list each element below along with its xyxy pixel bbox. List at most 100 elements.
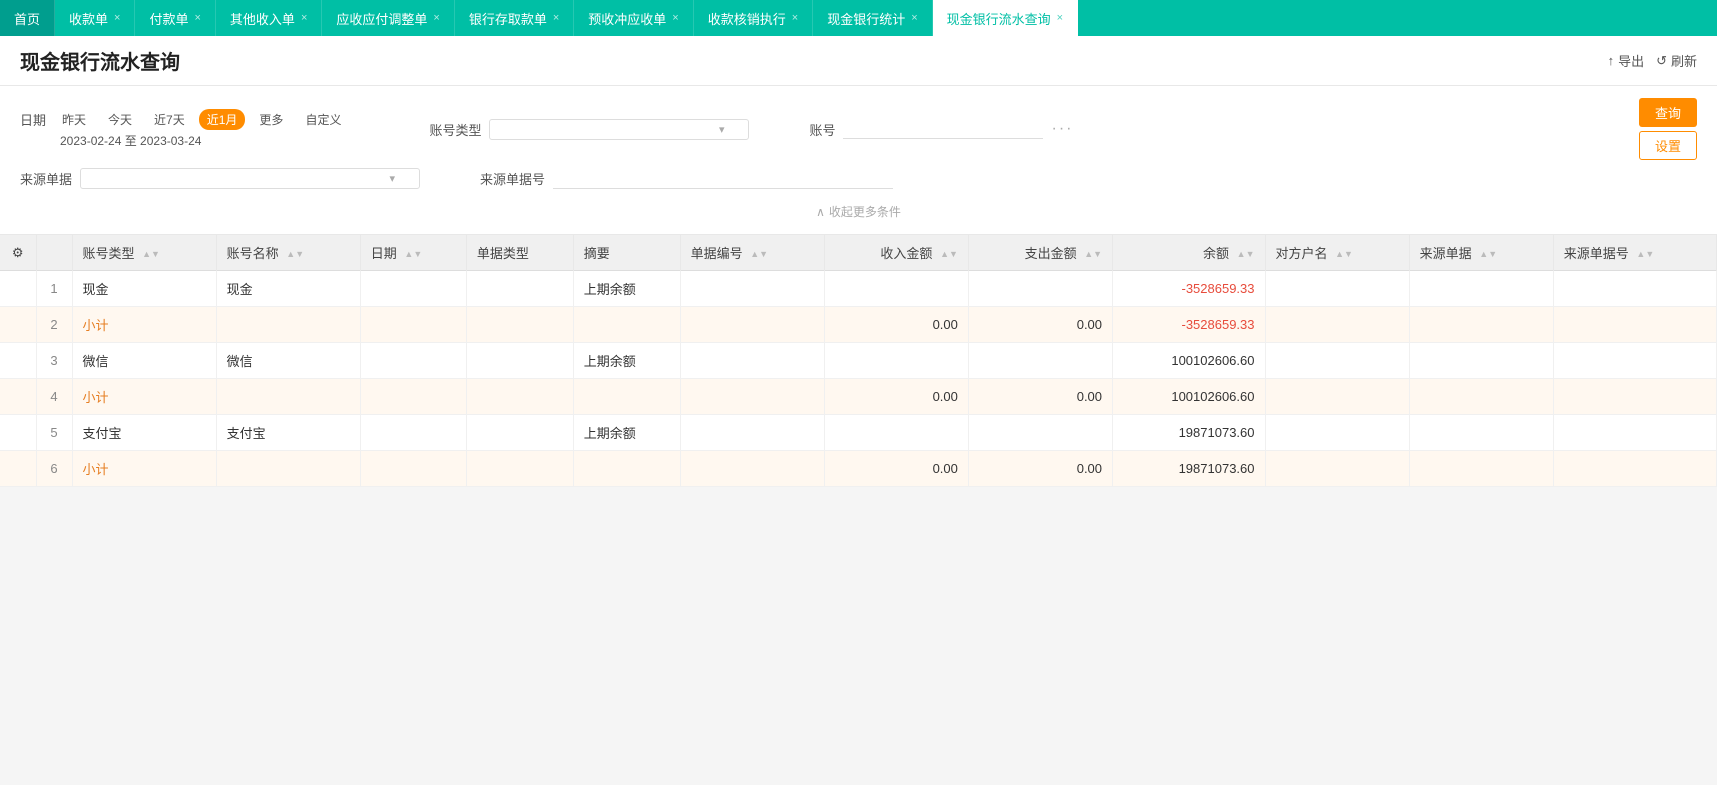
row-source-doc bbox=[1409, 343, 1553, 379]
nav-close-yingshouyingfu[interactable]: × bbox=[433, 12, 439, 24]
row-doc-no bbox=[680, 379, 824, 415]
row-date bbox=[360, 343, 466, 379]
th-source-doc[interactable]: 来源单据 ▲▼ bbox=[1409, 235, 1553, 271]
row-date bbox=[360, 379, 466, 415]
nav-item-home[interactable]: 首页 bbox=[0, 0, 55, 36]
data-table: ⚙ 账号类型 ▲▼ 账号名称 ▲▼ 日期 ▲▼ 单据类型 摘要 单据编号 bbox=[0, 235, 1717, 487]
row-doc-type bbox=[466, 343, 573, 379]
source-doc-label: 来源单据 bbox=[20, 169, 72, 188]
th-expense[interactable]: 支出金额 ▲▼ bbox=[968, 235, 1112, 271]
th-gear[interactable]: ⚙ bbox=[0, 235, 36, 271]
source-doc-no-input[interactable] bbox=[553, 169, 893, 189]
row-doc-no bbox=[680, 271, 824, 307]
date-opt-today[interactable]: 今天 bbox=[100, 109, 140, 130]
nav-item-yinhangcunqu[interactable]: 银行存取款单 × bbox=[455, 0, 574, 36]
nav-item-yushou[interactable]: 预收冲应收单 × bbox=[574, 0, 693, 36]
row-gear bbox=[0, 343, 36, 379]
th-doc-no[interactable]: 单据编号 ▲▼ bbox=[680, 235, 824, 271]
date-filter-group: 日期 昨天 今天 近7天 近1月 更多 自定义 2023-02-24 至 202… bbox=[20, 109, 349, 149]
row-balance: -3528659.33 bbox=[1113, 271, 1265, 307]
row-balance: 100102606.60 bbox=[1113, 379, 1265, 415]
refresh-icon: ↺ bbox=[1656, 53, 1667, 69]
row-summary bbox=[573, 307, 680, 343]
row-source-doc bbox=[1409, 415, 1553, 451]
source-doc-no-filter: 来源单据号 bbox=[480, 169, 893, 189]
th-doc-type: 单据类型 bbox=[466, 235, 573, 271]
row-account-type: 微信 bbox=[72, 343, 216, 379]
row-income bbox=[824, 343, 968, 379]
row-date bbox=[360, 271, 466, 307]
th-balance[interactable]: 余额 ▲▼ bbox=[1113, 235, 1265, 271]
th-account-name[interactable]: 账号名称 ▲▼ bbox=[216, 235, 360, 271]
row-counterpart bbox=[1265, 343, 1409, 379]
nav-item-tongji[interactable]: 现金银行统计 × bbox=[813, 0, 932, 36]
collapse-bar[interactable]: ∧ 收起更多条件 bbox=[20, 197, 1697, 222]
th-source-doc-no[interactable]: 来源单据号 ▲▼ bbox=[1553, 235, 1716, 271]
row-date bbox=[360, 307, 466, 343]
nav-label-qitashouru: 其他收入单 bbox=[230, 9, 295, 28]
date-opt-7days[interactable]: 近7天 bbox=[146, 109, 193, 130]
sort-icon-date: ▲▼ bbox=[404, 250, 422, 259]
row-account-type: 小计 bbox=[72, 307, 216, 343]
date-options: 昨天 今天 近7天 近1月 更多 自定义 bbox=[54, 109, 349, 130]
row-account-name bbox=[216, 379, 360, 415]
row-summary: 上期余额 bbox=[573, 271, 680, 307]
account-type-label: 账号类型 bbox=[429, 120, 481, 139]
settings-button[interactable]: 设置 bbox=[1639, 131, 1697, 160]
export-label: 导出 bbox=[1618, 51, 1644, 70]
table-container: ⚙ 账号类型 ▲▼ 账号名称 ▲▼ 日期 ▲▼ 单据类型 摘要 单据编号 bbox=[0, 235, 1717, 487]
th-date[interactable]: 日期 ▲▼ bbox=[360, 235, 466, 271]
date-opt-1month[interactable]: 近1月 bbox=[199, 109, 246, 130]
nav-label-shoukuanhexiao: 收款核销执行 bbox=[708, 9, 786, 28]
nav-item-liushui[interactable]: 现金银行流水查询 × bbox=[933, 0, 1078, 36]
row-expense: 0.00 bbox=[968, 451, 1112, 487]
th-account-type[interactable]: 账号类型 ▲▼ bbox=[72, 235, 216, 271]
nav-item-fukuan[interactable]: 付款单 × bbox=[135, 0, 215, 36]
account-input[interactable] bbox=[843, 119, 1043, 139]
row-counterpart bbox=[1265, 451, 1409, 487]
nav-item-shoukuanhexiao[interactable]: 收款核销执行 × bbox=[694, 0, 813, 36]
account-type-filter: 账号类型 ▾ bbox=[429, 119, 749, 140]
row-doc-no bbox=[680, 343, 824, 379]
row-counterpart bbox=[1265, 271, 1409, 307]
nav-item-shoukuan[interactable]: 收款单 × bbox=[55, 0, 135, 36]
nav-label-fukuan: 付款单 bbox=[149, 9, 188, 28]
query-button[interactable]: 查询 bbox=[1639, 98, 1697, 127]
th-income[interactable]: 收入金额 ▲▼ bbox=[824, 235, 968, 271]
row-balance: -3528659.33 bbox=[1113, 307, 1265, 343]
account-type-select[interactable]: ▾ bbox=[489, 119, 749, 140]
row-counterpart bbox=[1265, 379, 1409, 415]
date-opt-yesterday[interactable]: 昨天 bbox=[54, 109, 94, 130]
date-opt-custom[interactable]: 自定义 bbox=[297, 109, 349, 130]
nav-close-fukuan[interactable]: × bbox=[194, 12, 200, 24]
nav-item-yingshouyingfu[interactable]: 应收应付调整单 × bbox=[322, 0, 454, 36]
row-gear bbox=[0, 451, 36, 487]
export-button[interactable]: ↑ 导出 bbox=[1608, 51, 1645, 70]
source-doc-select[interactable]: ▾ bbox=[80, 168, 420, 189]
row-account-name: 支付宝 bbox=[216, 415, 360, 451]
nav-close-tongji[interactable]: × bbox=[911, 12, 917, 24]
row-income bbox=[824, 415, 968, 451]
th-summary: 摘要 bbox=[573, 235, 680, 271]
th-counterpart[interactable]: 对方户名 ▲▼ bbox=[1265, 235, 1409, 271]
row-gear bbox=[0, 271, 36, 307]
refresh-button[interactable]: ↺ 刷新 bbox=[1656, 51, 1697, 70]
nav-label-liushui: 现金银行流水查询 bbox=[947, 9, 1051, 28]
nav-close-qitashouru[interactable]: × bbox=[301, 12, 307, 24]
date-opt-more[interactable]: 更多 bbox=[251, 109, 291, 130]
nav-close-yushou[interactable]: × bbox=[672, 12, 678, 24]
nav-close-shoukuanhexiao[interactable]: × bbox=[792, 12, 798, 24]
nav-close-shoukuan[interactable]: × bbox=[114, 12, 120, 24]
source-doc-no-label: 来源单据号 bbox=[480, 169, 545, 188]
row-doc-type bbox=[466, 379, 573, 415]
date-label: 日期 bbox=[20, 110, 46, 129]
nav-close-yinhangcunqu[interactable]: × bbox=[553, 12, 559, 24]
row-number: 6 bbox=[36, 451, 72, 487]
nav-label-yushou: 预收冲应收单 bbox=[588, 9, 666, 28]
row-account-name bbox=[216, 307, 360, 343]
nav-item-qitashouru[interactable]: 其他收入单 × bbox=[216, 0, 322, 36]
row-source-doc bbox=[1409, 451, 1553, 487]
nav-close-liushui[interactable]: × bbox=[1057, 12, 1063, 24]
table-header-row: ⚙ 账号类型 ▲▼ 账号名称 ▲▼ 日期 ▲▼ 单据类型 摘要 单据编号 bbox=[0, 235, 1717, 271]
account-ellipsis-icon[interactable]: ··· bbox=[1051, 120, 1073, 138]
